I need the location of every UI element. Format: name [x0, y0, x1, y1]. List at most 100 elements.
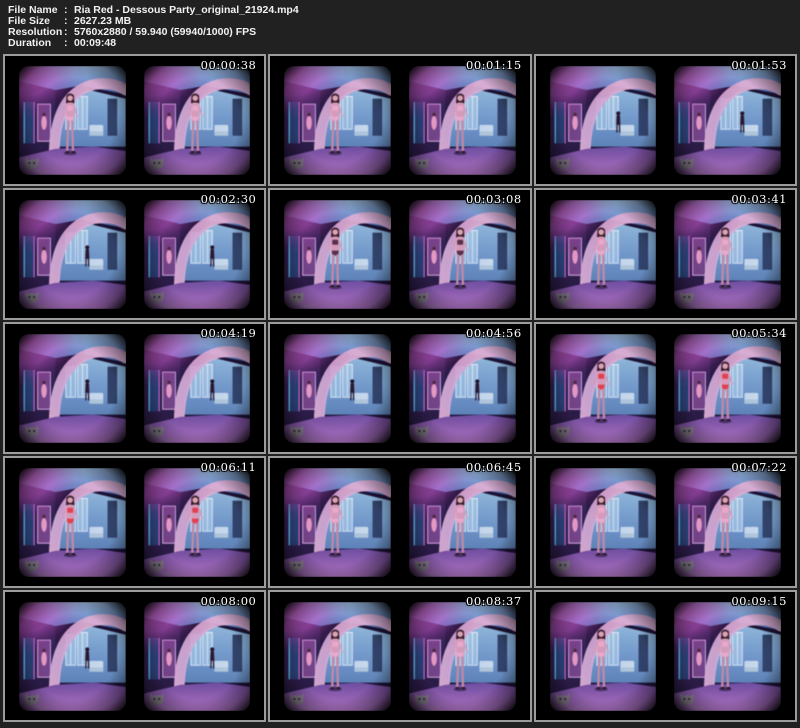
stereo-right-eye — [409, 602, 516, 711]
vr-scene — [674, 602, 781, 711]
thumbnail-cell: 00:00:38 — [3, 54, 267, 186]
vignette-overlay — [143, 334, 251, 443]
vignette-overlay — [674, 66, 781, 175]
thumbnail-cell: 00:04:56 — [268, 322, 532, 454]
vr-scene — [409, 200, 516, 309]
vignette-overlay — [19, 66, 126, 175]
thumbnail-cell: 00:03:41 — [533, 188, 797, 320]
stereo-left-eye — [549, 66, 657, 175]
thumbnail-cell: 00:06:45 — [268, 456, 532, 588]
stereo-pair — [549, 66, 781, 175]
thumbnail-cell: 00:01:15 — [268, 54, 532, 186]
stereo-pair — [19, 334, 251, 443]
vr-scene — [19, 66, 126, 175]
timestamp-label: 00:04:19 — [200, 326, 257, 340]
stereo-left-eye — [549, 602, 657, 711]
vignette-overlay — [409, 468, 516, 577]
vignette-overlay — [19, 602, 126, 711]
stereo-pair — [549, 200, 781, 309]
vignette-overlay — [549, 334, 657, 443]
stereo-right-eye — [674, 200, 781, 309]
vignette-overlay — [549, 66, 657, 175]
vignette-overlay — [284, 66, 391, 175]
stereo-right-eye — [674, 334, 781, 443]
thumbnail-cell: 00:09:15 — [533, 590, 797, 722]
vignette-overlay — [409, 602, 516, 711]
vr-scene — [19, 468, 126, 577]
stereo-left-eye — [19, 468, 126, 577]
stereo-left-eye — [19, 334, 126, 443]
stereo-pair — [284, 468, 516, 577]
stereo-right-eye — [409, 66, 516, 175]
stereo-pair — [19, 602, 251, 711]
timestamp-label: 00:01:53 — [731, 58, 787, 72]
timestamp-label: 00:00:38 — [200, 58, 257, 72]
stereo-left-eye — [549, 468, 657, 577]
vr-scene — [19, 334, 126, 443]
vignette-overlay — [19, 334, 126, 443]
timestamp-label: 00:03:08 — [466, 192, 522, 206]
thumbnail-cell: 00:08:37 — [268, 590, 532, 722]
vr-scene — [549, 334, 657, 443]
contact-sheet-page: File Name : Ria Red - Dessous Party_orig… — [0, 0, 800, 728]
thumbnail-cell: 00:08:00 — [3, 590, 267, 722]
vignette-overlay — [19, 200, 126, 309]
thumbnail-cell: 00:06:11 — [3, 456, 267, 588]
timestamp-label: 00:06:11 — [200, 460, 257, 474]
stereo-right-eye — [409, 200, 516, 309]
stereo-pair — [19, 200, 251, 309]
timestamp-label: 00:06:45 — [466, 460, 522, 474]
vr-scene — [409, 602, 516, 711]
timestamp-label: 00:04:56 — [466, 326, 522, 340]
stereo-right-eye — [143, 602, 251, 711]
vr-scene — [549, 468, 657, 577]
vr-scene — [284, 200, 391, 309]
vignette-overlay — [549, 200, 657, 309]
stereo-pair — [284, 602, 516, 711]
file-info-row: Duration : 00:09:48 — [8, 38, 792, 49]
file-info-header: File Name : Ria Red - Dessous Party_orig… — [0, 0, 800, 52]
vr-scene — [284, 334, 391, 443]
vignette-overlay — [409, 200, 516, 309]
vr-scene — [284, 66, 391, 175]
thumbnail-cell: 00:01:53 — [533, 54, 797, 186]
vr-scene — [549, 200, 657, 309]
file-info-label: Duration — [8, 37, 52, 49]
timestamp-label: 00:08:37 — [466, 594, 522, 608]
stereo-pair — [284, 334, 516, 443]
stereo-right-eye — [143, 468, 251, 577]
vr-scene — [143, 468, 251, 577]
thumbnail-cell: 00:07:22 — [533, 456, 797, 588]
stereo-pair — [19, 66, 251, 175]
vr-scene — [143, 66, 251, 175]
vignette-overlay — [674, 602, 781, 711]
vr-scene — [19, 200, 126, 309]
stereo-pair — [549, 468, 781, 577]
timestamp-label: 00:08:00 — [200, 594, 257, 608]
vignette-overlay — [143, 200, 251, 309]
timestamp-label: 00:07:22 — [731, 460, 787, 474]
stereo-left-eye — [284, 200, 391, 309]
stereo-pair — [549, 602, 781, 711]
stereo-left-eye — [19, 66, 126, 175]
timestamp-label: 00:05:34 — [731, 326, 787, 340]
vr-scene — [674, 334, 781, 443]
vignette-overlay — [549, 602, 657, 711]
vignette-overlay — [143, 468, 251, 577]
stereo-left-eye — [549, 334, 657, 443]
stereo-left-eye — [19, 602, 126, 711]
stereo-left-eye — [284, 468, 391, 577]
vr-scene — [409, 66, 516, 175]
vignette-overlay — [674, 468, 781, 577]
vignette-overlay — [284, 200, 391, 309]
vr-scene — [409, 334, 516, 443]
stereo-left-eye — [549, 200, 657, 309]
vr-scene — [19, 602, 126, 711]
timestamp-label: 00:01:15 — [466, 58, 522, 72]
stereo-left-eye — [284, 602, 391, 711]
stereo-right-eye — [674, 468, 781, 577]
stereo-right-eye — [674, 602, 781, 711]
stereo-right-eye — [143, 334, 251, 443]
vignette-overlay — [674, 200, 781, 309]
vr-scene — [143, 602, 251, 711]
